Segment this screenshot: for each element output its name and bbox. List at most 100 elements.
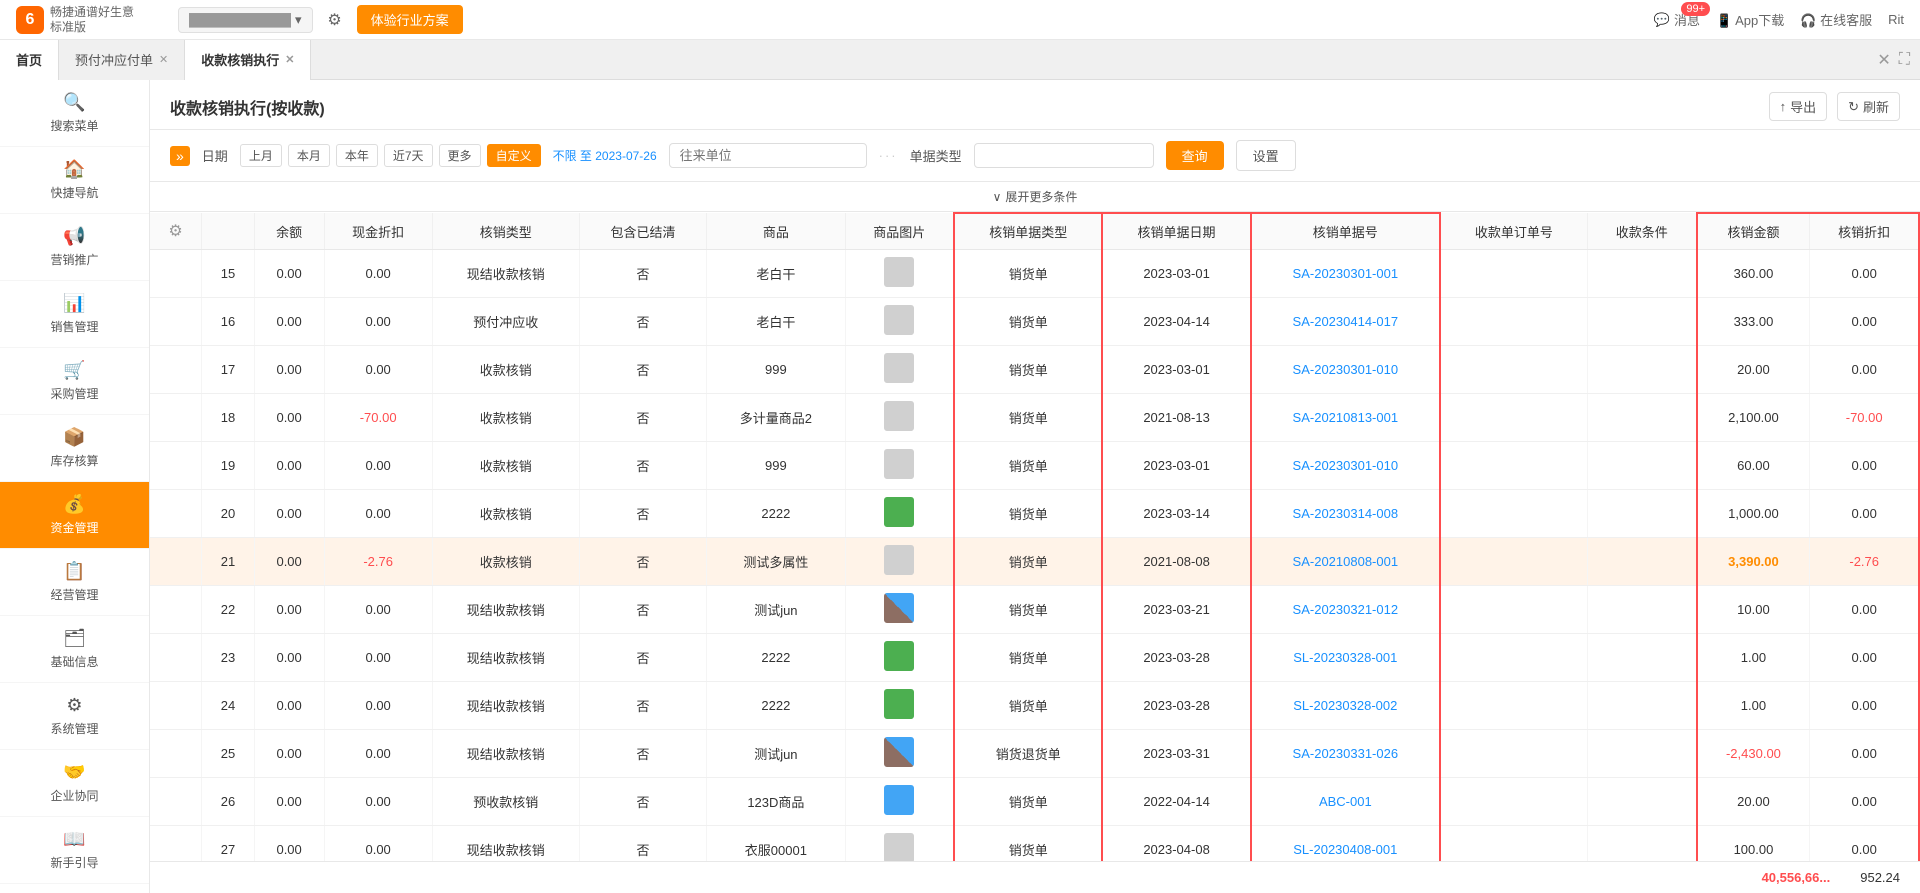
last-month-btn[interactable]: 上月 bbox=[240, 144, 282, 167]
cell-seq: 22 bbox=[202, 586, 255, 634]
sidebar-item-finance[interactable]: 💰 资金管理 bbox=[0, 482, 149, 549]
cell-cancel-bill-type: 销货单 bbox=[954, 394, 1102, 442]
cancel-bill-no-link[interactable]: SA-20230321-012 bbox=[1293, 602, 1399, 617]
cell-include-settled: 否 bbox=[579, 778, 707, 826]
refresh-button[interactable]: ↻ 刷新 bbox=[1837, 92, 1900, 121]
top-bar-center: ████████████ ▾ ⚙ 体验行业方案 bbox=[178, 5, 1642, 34]
cancel-bill-no-link[interactable]: SL-20230328-001 bbox=[1293, 650, 1397, 665]
this-month-btn[interactable]: 本月 bbox=[288, 144, 330, 167]
sidebar-item-marketing[interactable]: 📢 营销推广 bbox=[0, 214, 149, 281]
tab-receipt[interactable]: 收款核销执行 ✕ bbox=[185, 40, 311, 80]
cell-include-settled: 否 bbox=[579, 346, 707, 394]
partner-input[interactable] bbox=[669, 143, 867, 168]
filter-dots: ··· bbox=[879, 148, 898, 163]
filter-row: » 日期 上月 本月 本年 近7天 更多 自定义 不限 至 2023-07-26… bbox=[170, 140, 1900, 171]
cell-cancel-type: 预收款核销 bbox=[432, 778, 579, 826]
cancel-bill-no-link[interactable]: SA-20230414-017 bbox=[1293, 314, 1399, 329]
cell-product: 2222 bbox=[707, 634, 845, 682]
cell-cancel-amount: 360.00 bbox=[1697, 250, 1810, 298]
close-tab-receipt[interactable]: ✕ bbox=[285, 53, 294, 66]
cell-cancel-bill-no: ABC-001 bbox=[1251, 778, 1440, 826]
export-icon: ↑ bbox=[1780, 99, 1787, 114]
sidebar-item-collab[interactable]: 🤝 企业协同 bbox=[0, 750, 149, 817]
expand-label: 展开更多条件 bbox=[1005, 188, 1077, 205]
cell-cancel-discount: -2.76 bbox=[1810, 538, 1919, 586]
cell-seq: 17 bbox=[202, 346, 255, 394]
cell-cancel-discount: 0.00 bbox=[1810, 298, 1919, 346]
sidebar-item-guide[interactable]: 📖 新手引导 bbox=[0, 817, 149, 884]
th-settings[interactable]: ⚙ bbox=[150, 213, 202, 250]
table-footer: 40,556,66... 952.24 bbox=[150, 861, 1920, 893]
close-tab-prepay[interactable]: ✕ bbox=[159, 53, 168, 66]
sidebar-item-inventory[interactable]: 📦 库存核算 bbox=[0, 415, 149, 482]
filter-area: » 日期 上月 本月 本年 近7天 更多 自定义 不限 至 2023-07-26… bbox=[150, 130, 1920, 182]
cell-balance: 0.00 bbox=[254, 682, 324, 730]
cell-receipt-order-no bbox=[1440, 586, 1588, 634]
sidebar-item-system[interactable]: ⚙ 系统管理 bbox=[0, 683, 149, 750]
cancel-bill-no-link[interactable]: SA-20230314-008 bbox=[1293, 506, 1399, 521]
sidebar-item-basic[interactable]: 🗂 基础信息 bbox=[0, 616, 149, 683]
cell-settings bbox=[150, 346, 202, 394]
cancel-bill-no-link[interactable]: SA-20230301-001 bbox=[1293, 266, 1399, 281]
maximize-tab[interactable]: ⛶ bbox=[1899, 51, 1910, 69]
app-download[interactable]: 📱 App下载 bbox=[1716, 10, 1784, 29]
cell-receipt-condition bbox=[1587, 346, 1696, 394]
period-buttons: 上月 本月 本年 近7天 更多 自定义 bbox=[240, 144, 541, 167]
th-cash-discount: 现金折扣 bbox=[324, 213, 432, 250]
cell-cancel-bill-type: 销货单 bbox=[954, 586, 1102, 634]
cancel-bill-no-link[interactable]: SA-20230301-010 bbox=[1293, 362, 1399, 377]
collapse-button[interactable]: » bbox=[170, 146, 190, 166]
sidebar-item-sales[interactable]: 📊 销售管理 bbox=[0, 281, 149, 348]
sidebar-item-management[interactable]: 📋 经营管理 bbox=[0, 549, 149, 616]
refresh-icon: ↻ bbox=[1848, 99, 1859, 115]
expand-conditions[interactable]: ∨ 展开更多条件 bbox=[150, 182, 1920, 212]
cell-seq: 24 bbox=[202, 682, 255, 730]
sidebar-item-search[interactable]: 🔍 搜索菜单 bbox=[0, 80, 149, 147]
bill-type-select[interactable] bbox=[974, 143, 1154, 168]
custom-btn[interactable]: 自定义 bbox=[487, 144, 541, 167]
export-button[interactable]: ↑ 导出 bbox=[1769, 92, 1828, 121]
gear-button[interactable]: ⚙ bbox=[321, 6, 349, 34]
cell-product-image bbox=[845, 586, 954, 634]
cell-cancel-bill-date: 2023-03-14 bbox=[1102, 490, 1250, 538]
close-all-tabs[interactable]: ✕ bbox=[1877, 50, 1890, 70]
cell-settings bbox=[150, 778, 202, 826]
query-button[interactable]: 查询 bbox=[1166, 141, 1224, 170]
cell-cancel-amount: 60.00 bbox=[1697, 442, 1810, 490]
cell-cancel-type: 收款核销 bbox=[432, 346, 579, 394]
marketing-icon: 📢 bbox=[63, 226, 85, 247]
trial-button[interactable]: 体验行业方案 bbox=[357, 5, 463, 34]
cell-settings bbox=[150, 490, 202, 538]
settings-button[interactable]: 设置 bbox=[1236, 140, 1296, 171]
sidebar-item-hardware[interactable]: 🖥 智能硬件 bbox=[0, 884, 149, 893]
search-icon: 🔍 bbox=[63, 92, 85, 113]
cell-cancel-type: 收款核销 bbox=[432, 490, 579, 538]
tab-home[interactable]: 首页 bbox=[0, 40, 59, 80]
cell-cancel-bill-date: 2023-04-14 bbox=[1102, 298, 1250, 346]
cancel-bill-no-link[interactable]: SA-20210808-001 bbox=[1293, 554, 1399, 569]
cancel-bill-no-link[interactable]: SA-20210813-001 bbox=[1293, 410, 1399, 425]
cell-cash-discount: -70.00 bbox=[324, 394, 432, 442]
cell-cancel-amount: 2,100.00 bbox=[1697, 394, 1810, 442]
cancel-bill-no-link[interactable]: SL-20230408-001 bbox=[1293, 842, 1397, 857]
last-7days-btn[interactable]: 近7天 bbox=[384, 144, 433, 167]
sidebar-item-purchase[interactable]: 🛒 采购管理 bbox=[0, 348, 149, 415]
cell-cancel-amount: 1.00 bbox=[1697, 634, 1810, 682]
this-year-btn[interactable]: 本年 bbox=[336, 144, 378, 167]
cell-cash-discount: 0.00 bbox=[324, 250, 432, 298]
more-btn[interactable]: 更多 bbox=[439, 144, 481, 167]
cancel-bill-no-link[interactable]: SA-20230301-010 bbox=[1293, 458, 1399, 473]
tab-prepay[interactable]: 预付冲应付单 ✕ bbox=[59, 40, 185, 80]
cancel-bill-no-link[interactable]: ABC-001 bbox=[1319, 794, 1372, 809]
th-receipt-condition: 收款条件 bbox=[1587, 213, 1696, 250]
table-row: 19 0.00 0.00 收款核销 否 999 销货单 2023-03-01 S… bbox=[150, 442, 1919, 490]
cell-include-settled: 否 bbox=[579, 250, 707, 298]
sidebar-item-nav[interactable]: 🏠 快捷导航 bbox=[0, 147, 149, 214]
cancel-bill-no-link[interactable]: SA-20230331-026 bbox=[1293, 746, 1399, 761]
user-name[interactable]: Rit bbox=[1888, 12, 1904, 27]
cancel-bill-no-link[interactable]: SL-20230328-002 bbox=[1293, 698, 1397, 713]
table-row: 24 0.00 0.00 现结收款核销 否 2222 销货单 2023-03-2… bbox=[150, 682, 1919, 730]
online-support[interactable]: 🎧 在线客服 bbox=[1800, 10, 1872, 29]
company-selector[interactable]: ████████████ ▾ bbox=[178, 7, 313, 33]
notification-bell[interactable]: 💬 消息 99+ bbox=[1654, 10, 1700, 29]
